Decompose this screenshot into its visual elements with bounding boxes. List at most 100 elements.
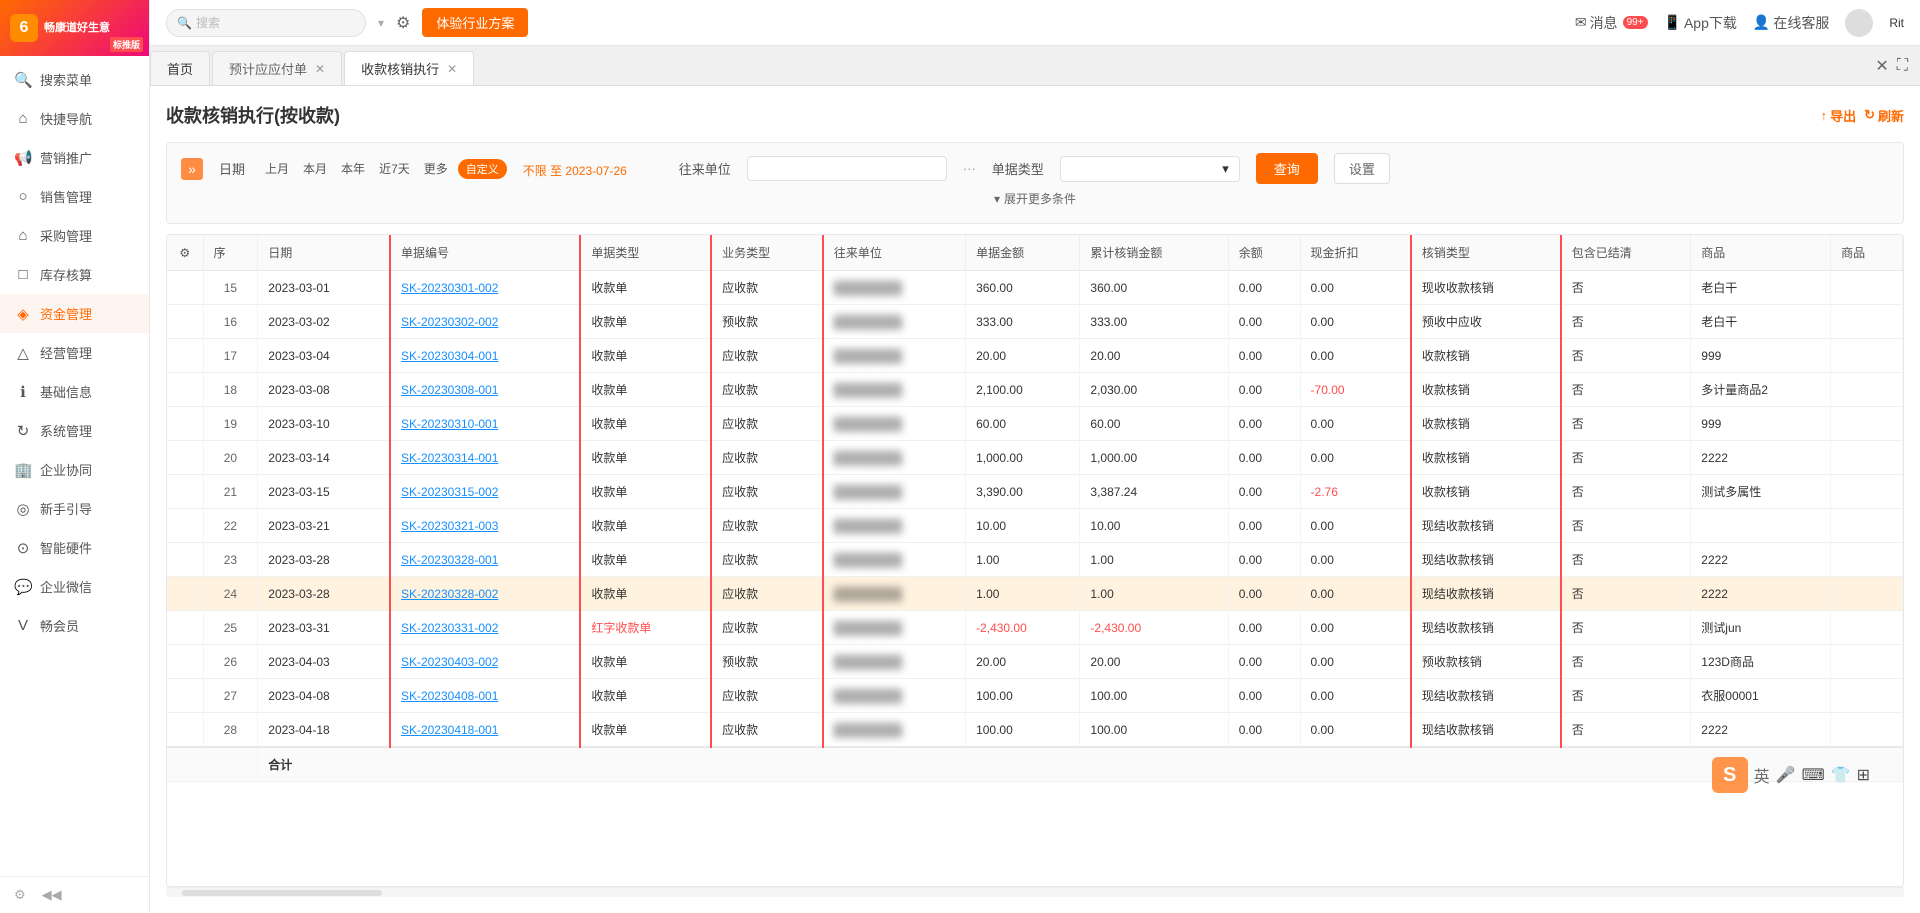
row-cumulative: 100.00	[1080, 713, 1228, 748]
row-doc-no-link[interactable]: SK-20230301-002	[401, 281, 498, 295]
search-icon: 🔍	[177, 16, 192, 30]
sidebar-item-label: 营销推广	[40, 148, 92, 167]
row-date: 2023-03-28	[258, 543, 390, 577]
tab-receipt-label: 收款核销执行	[361, 59, 439, 78]
watermark: S 英 🎤 ⌨ 👕 ⊞	[1712, 757, 1870, 793]
row-doc-no-link[interactable]: SK-20230302-002	[401, 315, 498, 329]
topbar-gear-icon[interactable]: ⚙	[396, 13, 410, 33]
row-gear	[167, 611, 203, 645]
row-number: 21	[203, 475, 258, 509]
sidebar-item-wechat[interactable]: 💬 企业微信	[0, 567, 149, 606]
table-footer-row: 合计	[167, 747, 1903, 782]
row-include-settled: 否	[1561, 543, 1691, 577]
tab-prepaid[interactable]: 预计应应付单 ✕	[212, 51, 342, 85]
row-goods2	[1831, 407, 1903, 441]
sidebar-item-marketing[interactable]: 📢 营销推广	[0, 138, 149, 177]
sidebar-item-hardware[interactable]: ⊙ 智能硬件	[0, 528, 149, 567]
wechat-icon: 💬	[14, 578, 32, 596]
tab-home[interactable]: 首页	[150, 51, 210, 85]
row-date: 2023-03-10	[258, 407, 390, 441]
sidebar-item-guide[interactable]: ◎ 新手引导	[0, 489, 149, 528]
tab-fullscreen-icon[interactable]: ⛶	[1897, 57, 1908, 75]
row-doc-no-link[interactable]: SK-20230328-002	[401, 587, 498, 601]
tab-prepaid-close-icon[interactable]: ✕	[315, 62, 325, 76]
sidebar-item-basic[interactable]: ℹ 基础信息	[0, 372, 149, 411]
sidebar-item-search-menu[interactable]: 🔍 搜索菜单	[0, 60, 149, 99]
app-download-button[interactable]: 📱 App下载	[1664, 13, 1737, 33]
row-cancel-type: 现结收款核销	[1411, 713, 1561, 748]
filter-7days-btn[interactable]: 近7天	[375, 159, 414, 178]
filter-custom-btn[interactable]: 自定义	[458, 159, 507, 179]
horizontal-scrollbar-thumb[interactable]	[182, 890, 382, 896]
settings-button[interactable]: 设置	[1334, 153, 1390, 184]
online-service-button[interactable]: 👤 在线客服	[1753, 13, 1829, 33]
row-doc-no-link[interactable]: SK-20230408-001	[401, 689, 498, 703]
row-doc-no-link[interactable]: SK-20230310-001	[401, 417, 498, 431]
query-button[interactable]: 查询	[1256, 153, 1318, 184]
collapse-icon[interactable]: ◀◀	[42, 887, 62, 903]
sidebar-item-label: 采购管理	[40, 226, 92, 245]
row-discount: 0.00	[1300, 407, 1411, 441]
sidebar-item-purchase[interactable]: ⌂ 采购管理	[0, 216, 149, 255]
messages-button[interactable]: ✉ 消息 99+	[1575, 13, 1648, 33]
row-doc-no-link[interactable]: SK-20230314-001	[401, 451, 498, 465]
tab-receipt-close-icon[interactable]: ✕	[447, 62, 457, 76]
filter-more-btn[interactable]: 更多	[420, 159, 452, 178]
grid-icon: ⊞	[1857, 765, 1870, 785]
filter-dots[interactable]: ···	[963, 161, 976, 176]
topbar-arrow-icon[interactable]: ▾	[378, 16, 384, 30]
row-doc-no-link[interactable]: SK-20230321-003	[401, 519, 498, 533]
sidebar-item-system[interactable]: ↻ 系统管理	[0, 411, 149, 450]
filter-expand-arrow-icon[interactable]: »	[181, 158, 203, 180]
row-number: 19	[203, 407, 258, 441]
row-doc-no-link[interactable]: SK-20230304-001	[401, 349, 498, 363]
row-doc-no-link[interactable]: SK-20230315-002	[401, 485, 498, 499]
row-gear	[167, 339, 203, 373]
table-row: 272023-04-08SK-20230408-001收款单应收款███████…	[167, 679, 1903, 713]
sidebar-item-finance[interactable]: ◈ 资金管理	[0, 294, 149, 333]
row-gear	[167, 679, 203, 713]
tab-receipt[interactable]: 收款核销执行 ✕	[344, 51, 474, 85]
sidebar-item-inventory[interactable]: □ 库存核算	[0, 255, 149, 294]
sidebar-item-member[interactable]: V 畅会员	[0, 606, 149, 645]
filter-this-year-btn[interactable]: 本年	[337, 159, 369, 178]
search-menu-icon: 🔍	[14, 71, 32, 89]
topbar-search-box[interactable]: 🔍 搜索	[166, 9, 366, 37]
user-avatar[interactable]	[1845, 9, 1873, 37]
partner-input[interactable]	[747, 156, 947, 181]
row-doc-no-link[interactable]: SK-20230328-001	[401, 553, 498, 567]
row-cumulative: 20.00	[1080, 645, 1228, 679]
row-cancel-type: 收款核销	[1411, 373, 1561, 407]
data-table-wrap: ⚙ 序 日期 单据编号 单据类型 业务类型 往来单位 单据金额 累计核销金额 余…	[166, 234, 1904, 887]
filter-this-month-btn[interactable]: 本月	[299, 159, 331, 178]
th-gear[interactable]: ⚙	[167, 235, 203, 271]
refresh-button[interactable]: ↻ 刷新	[1864, 106, 1904, 125]
row-discount: 0.00	[1300, 271, 1411, 305]
row-gear	[167, 543, 203, 577]
tab-close-icon[interactable]: ✕	[1875, 56, 1888, 76]
table-scrollbar[interactable]	[166, 887, 1904, 897]
settings-icon[interactable]: ⚙	[14, 887, 26, 903]
sidebar-item-label: 销售管理	[40, 187, 92, 206]
filter-expand-row: ▾ 展开更多条件	[181, 190, 1889, 207]
doc-type-select[interactable]: ▾	[1060, 156, 1240, 182]
sidebar-item-quick-nav[interactable]: ⌂ 快捷导航	[0, 99, 149, 138]
row-doc-no-link[interactable]: SK-20230308-001	[401, 383, 498, 397]
sidebar-item-label: 畅会员	[40, 616, 79, 635]
row-goods: 2222	[1691, 577, 1831, 611]
sidebar-item-corp[interactable]: 🏢 企业协同	[0, 450, 149, 489]
row-doc-no-link[interactable]: SK-20230403-002	[401, 655, 498, 669]
filter-last-month-btn[interactable]: 上月	[261, 159, 293, 178]
row-doc-no-link[interactable]: SK-20230331-002	[401, 621, 498, 635]
sidebar-item-operation[interactable]: △ 经营管理	[0, 333, 149, 372]
row-goods2	[1831, 543, 1903, 577]
row-amount: 20.00	[966, 339, 1080, 373]
row-cancel-type: 现结收款核销	[1411, 611, 1561, 645]
row-doc-no-link[interactable]: SK-20230418-001	[401, 723, 498, 737]
export-button[interactable]: ↑ 导出	[1821, 106, 1857, 125]
row-gear	[167, 577, 203, 611]
sidebar-item-sales[interactable]: ○ 销售管理	[0, 177, 149, 216]
expand-more-conditions-btn[interactable]: ▾ 展开更多条件	[994, 190, 1076, 207]
industry-solution-button[interactable]: 体验行业方案	[422, 8, 528, 37]
row-discount: 0.00	[1300, 645, 1411, 679]
